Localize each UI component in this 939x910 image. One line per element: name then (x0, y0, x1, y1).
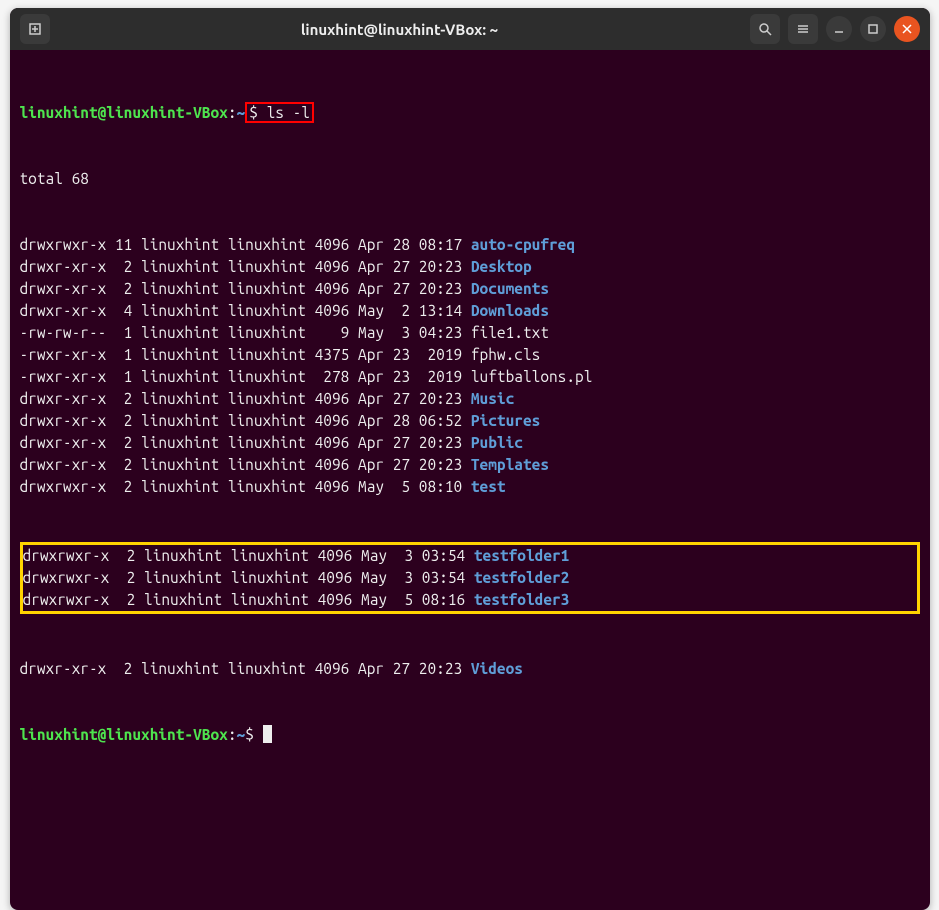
file-name: file1.txt (471, 324, 549, 341)
highlighted-command: $ ls -l (245, 102, 314, 123)
file-name: luftballons.pl (471, 368, 593, 385)
file-name: Downloads (471, 302, 549, 319)
total-line: total 68 (20, 168, 920, 190)
maximize-button[interactable] (860, 16, 886, 42)
list-row: drwxrwxr-x 2 linuxhint linuxhint 4096 Ma… (20, 476, 920, 498)
file-name: Documents (471, 280, 549, 297)
file-meta: drwxrwxr-x 2 linuxhint linuxhint 4096 Ma… (23, 547, 474, 564)
file-meta: drwxrwxr-x 11 linuxhint linuxhint 4096 A… (20, 236, 471, 253)
titlebar: linuxhint@linuxhint-VBox: ~ (10, 8, 930, 50)
cursor (263, 725, 272, 743)
file-name: auto-cpufreq (471, 236, 575, 253)
hamburger-icon (796, 22, 810, 36)
list-row: drwxr-xr-x 2 linuxhint linuxhint 4096 Ap… (20, 278, 920, 300)
file-meta: drwxr-xr-x 2 linuxhint linuxhint 4096 Ap… (20, 434, 471, 451)
window-title: linuxhint@linuxhint-VBox: ~ (58, 21, 742, 38)
file-name: Music (471, 390, 514, 407)
list-row: drwxr-xr-x 2 linuxhint linuxhint 4096 Ap… (20, 432, 920, 454)
file-meta: drwxr-xr-x 4 linuxhint linuxhint 4096 Ma… (20, 302, 471, 319)
list-row: -rwxr-xr-x 1 linuxhint linuxhint 278 Apr… (20, 366, 920, 388)
prompt-line-2: linuxhint@linuxhint-VBox:~$ (20, 724, 920, 746)
maximize-icon (868, 24, 878, 34)
file-meta: drwxr-xr-x 2 linuxhint linuxhint 4096 Ap… (20, 660, 471, 677)
list-row: drwxr-xr-x 2 linuxhint linuxhint 4096 Ap… (20, 658, 920, 680)
terminal-window: linuxhint@linuxhint-VBox: ~ linuxhint@li… (10, 8, 930, 910)
minimize-icon (834, 24, 844, 34)
file-name: Templates (471, 456, 549, 473)
file-meta: drwxrwxr-x 2 linuxhint linuxhint 4096 Ma… (23, 569, 474, 586)
new-tab-icon (28, 22, 42, 36)
list-row: drwxrwxr-x 11 linuxhint linuxhint 4096 A… (20, 234, 920, 256)
prompt-line-1: linuxhint@linuxhint-VBox:~$ ls -l (20, 102, 920, 124)
list-row: drwxrwxr-x 2 linuxhint linuxhint 4096 Ma… (23, 589, 917, 611)
highlighted-rows: drwxrwxr-x 2 linuxhint linuxhint 4096 Ma… (20, 542, 920, 614)
file-meta: -rwxr-xr-x 1 linuxhint linuxhint 4375 Ap… (20, 346, 471, 363)
list-row: drwxr-xr-x 2 linuxhint linuxhint 4096 Ap… (20, 454, 920, 476)
file-name: Videos (471, 660, 523, 677)
close-icon (902, 24, 912, 34)
prompt-user: linuxhint@linuxhint-VBox (20, 104, 228, 121)
close-button[interactable] (894, 16, 920, 42)
file-name: Desktop (471, 258, 532, 275)
file-name: testfolder3 (474, 591, 569, 608)
list-row: drwxrwxr-x 2 linuxhint linuxhint 4096 Ma… (23, 545, 917, 567)
list-row: -rwxr-xr-x 1 linuxhint linuxhint 4375 Ap… (20, 344, 920, 366)
file-meta: drwxr-xr-x 2 linuxhint linuxhint 4096 Ap… (20, 390, 471, 407)
list-row: drwxr-xr-x 4 linuxhint linuxhint 4096 Ma… (20, 300, 920, 322)
minimize-button[interactable] (826, 16, 852, 42)
terminal-body[interactable]: linuxhint@linuxhint-VBox:~$ ls -l total … (10, 50, 930, 910)
file-name: testfolder1 (474, 547, 569, 564)
search-button[interactable] (750, 14, 780, 44)
file-meta: drwxr-xr-x 2 linuxhint linuxhint 4096 Ap… (20, 280, 471, 297)
file-meta: drwxrwxr-x 2 linuxhint linuxhint 4096 Ma… (23, 591, 474, 608)
command-text: ls -l (258, 104, 310, 121)
file-name: Public (471, 434, 523, 451)
list-row: drwxrwxr-x 2 linuxhint linuxhint 4096 Ma… (23, 567, 917, 589)
prompt-path: ~ (237, 104, 246, 121)
file-meta: -rwxr-xr-x 1 linuxhint linuxhint 278 Apr… (20, 368, 471, 385)
file-meta: drwxrwxr-x 2 linuxhint linuxhint 4096 Ma… (20, 478, 471, 495)
file-meta: drwxr-xr-x 2 linuxhint linuxhint 4096 Ap… (20, 456, 471, 473)
menu-button[interactable] (788, 14, 818, 44)
file-name: Pictures (471, 412, 540, 429)
list-row: drwxr-xr-x 2 linuxhint linuxhint 4096 Ap… (20, 388, 920, 410)
file-meta: drwxr-xr-x 2 linuxhint linuxhint 4096 Ap… (20, 412, 471, 429)
file-name: testfolder2 (474, 569, 569, 586)
file-meta: drwxr-xr-x 2 linuxhint linuxhint 4096 Ap… (20, 258, 471, 275)
new-tab-button[interactable] (20, 14, 50, 44)
file-meta: -rw-rw-r-- 1 linuxhint linuxhint 9 May 3… (20, 324, 471, 341)
search-icon (758, 22, 772, 36)
file-name: test (471, 478, 506, 495)
list-row: drwxr-xr-x 2 linuxhint linuxhint 4096 Ap… (20, 256, 920, 278)
file-name: fphw.cls (471, 346, 540, 363)
list-row: -rw-rw-r-- 1 linuxhint linuxhint 9 May 3… (20, 322, 920, 344)
list-row: drwxr-xr-x 2 linuxhint linuxhint 4096 Ap… (20, 410, 920, 432)
